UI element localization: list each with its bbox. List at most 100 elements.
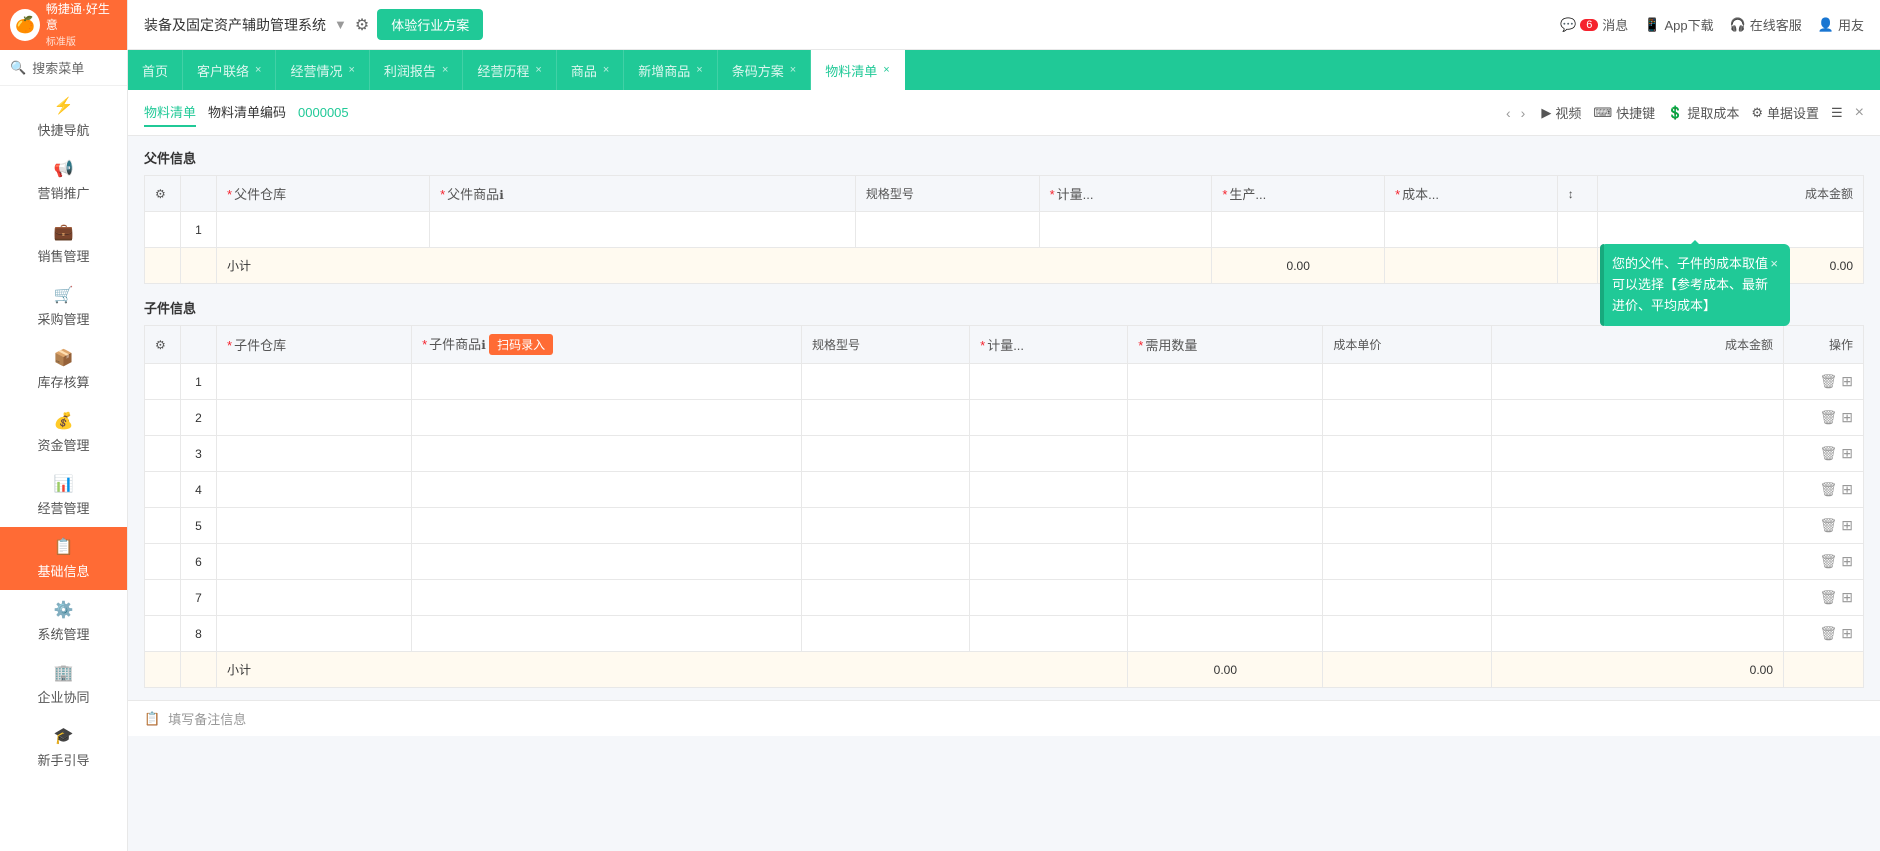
delete-row2-icon[interactable]: 🗑 <box>1819 409 1837 426</box>
parent-row1-spec[interactable] <box>855 212 1039 248</box>
child-row4-spec[interactable] <box>801 472 969 508</box>
sub-header-shortcuts[interactable]: ⌨快捷键 <box>1593 103 1655 122</box>
child-row5-needed[interactable] <box>1128 508 1323 544</box>
nav-tab-barcode[interactable]: 条码方案× <box>718 50 811 90</box>
parent-row1-warehouse[interactable] <box>217 212 430 248</box>
child-row4-warehouse[interactable] <box>217 472 412 508</box>
scan-btn[interactable]: 扫码录入 <box>489 334 553 355</box>
close-tab-profit-report[interactable]: × <box>442 64 448 76</box>
sidebar-item-finance[interactable]: 💰资金管理 <box>0 401 127 464</box>
sidebar-item-sales[interactable]: 💼销售管理 <box>0 212 127 275</box>
child-row8-needed[interactable] <box>1128 616 1323 652</box>
nav-prev[interactable]: ‹ <box>1502 103 1515 123</box>
child-row6-qty[interactable] <box>970 544 1128 580</box>
delete-row4-icon[interactable]: 🗑 <box>1819 481 1837 498</box>
child-row5-product[interactable] <box>412 508 802 544</box>
nav-tab-biz-history[interactable]: 经营历程× <box>463 50 556 90</box>
copy-row2-icon[interactable]: ⊞ <box>1841 409 1853 426</box>
sidebar-item-purchase[interactable]: 🛒采购管理 <box>0 275 127 338</box>
sub-header-extract-cost[interactable]: 💲提取成本 <box>1667 103 1739 122</box>
sidebar-item-inventory[interactable]: 📦库存核算 <box>0 338 127 401</box>
sub-tab-bom-code[interactable]: 物料清单编码 <box>208 98 286 127</box>
delete-row3-icon[interactable]: 🗑 <box>1819 445 1837 462</box>
topbar-dropdown-icon[interactable]: ▼ <box>334 17 347 32</box>
child-row5-unit-cost[interactable] <box>1323 508 1491 544</box>
nav-tab-products[interactable]: 商品× <box>557 50 624 90</box>
sub-tab-bom-list[interactable]: 物料清单 <box>144 98 196 127</box>
child-row3-product[interactable] <box>412 436 802 472</box>
child-row8-spec[interactable] <box>801 616 969 652</box>
sub-header-video[interactable]: ▶视频 <box>1541 103 1581 122</box>
topbar-gear-icon[interactable]: ⚙ <box>355 15 369 35</box>
copy-row6-icon[interactable]: ⊞ <box>1841 553 1853 570</box>
child-row7-product[interactable] <box>412 580 802 616</box>
sidebar-item-marketing[interactable]: 📢营销推广 <box>0 149 127 212</box>
nav-tab-operations-status[interactable]: 经营情况× <box>276 50 369 90</box>
nav-tab-profit-report[interactable]: 利润报告× <box>370 50 463 90</box>
parent-row1-product[interactable] <box>430 212 856 248</box>
child-row5-spec[interactable] <box>801 508 969 544</box>
child-row2-unit-cost[interactable] <box>1323 400 1491 436</box>
child-row3-spec[interactable] <box>801 436 969 472</box>
child-row7-qty[interactable] <box>970 580 1128 616</box>
sidebar-item-basic-info[interactable]: 📋基础信息 <box>0 527 127 590</box>
close-tab-operations-status[interactable]: × <box>348 64 354 76</box>
child-row1-unit-cost[interactable] <box>1323 364 1491 400</box>
search-menu[interactable]: 🔍 搜索菜单 <box>0 50 127 86</box>
child-row7-warehouse[interactable] <box>217 580 412 616</box>
child-row4-needed[interactable] <box>1128 472 1323 508</box>
view-toggle[interactable]: ☰ <box>1831 105 1843 121</box>
close-tab-bom[interactable]: × <box>883 64 889 76</box>
copy-row4-icon[interactable]: ⊞ <box>1841 481 1853 498</box>
nav-tab-bom[interactable]: 物料清单× <box>811 50 904 90</box>
child-row7-unit-cost[interactable] <box>1323 580 1491 616</box>
child-row8-product[interactable] <box>412 616 802 652</box>
child-row6-warehouse[interactable] <box>217 544 412 580</box>
child-row5-warehouse[interactable] <box>217 508 412 544</box>
topbar-messages[interactable]: 💬6消息 <box>1560 15 1628 34</box>
delete-row7-icon[interactable]: 🗑 <box>1819 589 1837 606</box>
sidebar-item-operations[interactable]: 📊经营管理 <box>0 464 127 527</box>
sidebar-item-enterprise[interactable]: 🏢企业协同 <box>0 653 127 716</box>
child-row7-needed[interactable] <box>1128 580 1323 616</box>
topbar-user[interactable]: 👤用友 <box>1818 15 1864 34</box>
close-tab-barcode[interactable]: × <box>790 64 796 76</box>
nav-next[interactable]: › <box>1517 103 1530 123</box>
close-tab-customers[interactable]: × <box>255 64 261 76</box>
child-row1-spec[interactable] <box>801 364 969 400</box>
experience-btn[interactable]: 体验行业方案 <box>377 9 483 40</box>
child-row6-spec[interactable] <box>801 544 969 580</box>
parent-col-settings[interactable]: ⚙ <box>145 176 181 212</box>
child-row4-product[interactable] <box>412 472 802 508</box>
child-row3-unit-cost[interactable] <box>1323 436 1491 472</box>
delete-row1-icon[interactable]: 🗑 <box>1819 373 1837 390</box>
child-row2-product[interactable] <box>412 400 802 436</box>
copy-row7-icon[interactable]: ⊞ <box>1841 589 1853 606</box>
child-row8-qty[interactable] <box>970 616 1128 652</box>
topbar-app-download[interactable]: 📱App下载 <box>1644 15 1713 34</box>
child-row3-warehouse[interactable] <box>217 436 412 472</box>
tooltip-close-btn[interactable]: × <box>1770 254 1778 275</box>
delete-row6-icon[interactable]: 🗑 <box>1819 553 1837 570</box>
child-row2-needed[interactable] <box>1128 400 1323 436</box>
parent-row1-cost[interactable] <box>1385 212 1558 248</box>
child-row2-spec[interactable] <box>801 400 969 436</box>
parent-row1-prod[interactable] <box>1212 212 1385 248</box>
child-row1-warehouse[interactable] <box>217 364 412 400</box>
topbar-online-service[interactable]: 🎧在线客服 <box>1730 15 1802 34</box>
child-row1-needed[interactable] <box>1128 364 1323 400</box>
copy-row5-icon[interactable]: ⊞ <box>1841 517 1853 534</box>
close-tab-products[interactable]: × <box>603 64 609 76</box>
copy-row1-icon[interactable]: ⊞ <box>1841 373 1853 390</box>
child-row7-spec[interactable] <box>801 580 969 616</box>
child-row2-qty[interactable] <box>970 400 1128 436</box>
sidebar-item-guide[interactable]: 🎓新手引导 <box>0 716 127 779</box>
child-row3-qty[interactable] <box>970 436 1128 472</box>
child-row1-product[interactable] <box>412 364 802 400</box>
child-row3-needed[interactable] <box>1128 436 1323 472</box>
close-page-btn[interactable]: × <box>1855 104 1864 122</box>
parent-row1-qty[interactable] <box>1039 212 1212 248</box>
close-tab-new-products[interactable]: × <box>696 64 702 76</box>
child-row6-product[interactable] <box>412 544 802 580</box>
child-row4-unit-cost[interactable] <box>1323 472 1491 508</box>
